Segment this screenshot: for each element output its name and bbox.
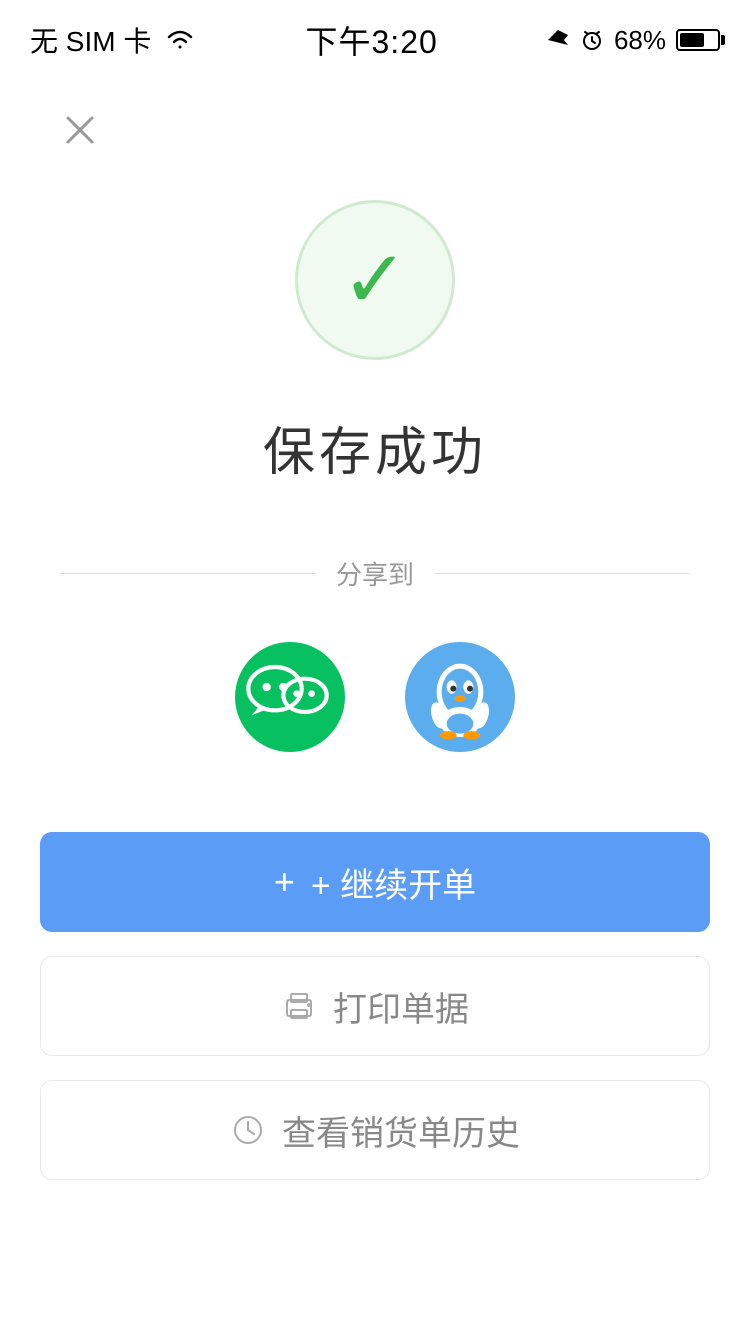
success-title: 保存成功 bbox=[263, 410, 487, 485]
no-sim-text: 无 SIM 卡 bbox=[30, 20, 151, 60]
success-icon-circle: ✓ bbox=[295, 200, 455, 360]
action-buttons: + + 继续开单 打印单据 查看销货单历史 bbox=[0, 832, 750, 1180]
qq-icon bbox=[405, 642, 515, 752]
main-content: ✓ 保存成功 分享到 bbox=[0, 80, 750, 1180]
divider-line-right bbox=[434, 573, 690, 574]
status-right: 68% bbox=[546, 25, 720, 56]
history-icon bbox=[230, 1112, 266, 1148]
continue-plus-icon: + bbox=[274, 861, 295, 903]
alarm-icon bbox=[580, 28, 604, 52]
share-divider: 分享到 bbox=[0, 555, 750, 592]
share-icons bbox=[235, 642, 515, 752]
checkmark-icon: ✓ bbox=[341, 240, 408, 320]
status-left: 无 SIM 卡 bbox=[30, 20, 197, 60]
close-button[interactable] bbox=[50, 100, 110, 160]
print-button[interactable]: 打印单据 bbox=[40, 956, 710, 1056]
continue-button[interactable]: + + 继续开单 bbox=[40, 832, 710, 932]
location-icon bbox=[546, 28, 570, 52]
battery-icon bbox=[676, 29, 720, 51]
divider-line-left bbox=[60, 573, 316, 574]
qq-share-button[interactable] bbox=[405, 642, 515, 752]
print-label: 打印单据 bbox=[333, 982, 469, 1031]
history-label: 查看销货单历史 bbox=[282, 1106, 520, 1155]
wifi-icon bbox=[163, 27, 197, 53]
continue-label: + 继续开单 bbox=[311, 858, 476, 907]
history-button[interactable]: 查看销货单历史 bbox=[40, 1080, 710, 1180]
wechat-icon bbox=[235, 642, 345, 752]
status-bar: 无 SIM 卡 下午3:20 68% bbox=[0, 0, 750, 80]
share-label: 分享到 bbox=[316, 555, 434, 592]
status-time: 下午3:20 bbox=[306, 17, 438, 63]
wechat-share-button[interactable] bbox=[235, 642, 345, 752]
print-icon bbox=[281, 988, 317, 1024]
battery-percentage: 68% bbox=[614, 25, 666, 56]
